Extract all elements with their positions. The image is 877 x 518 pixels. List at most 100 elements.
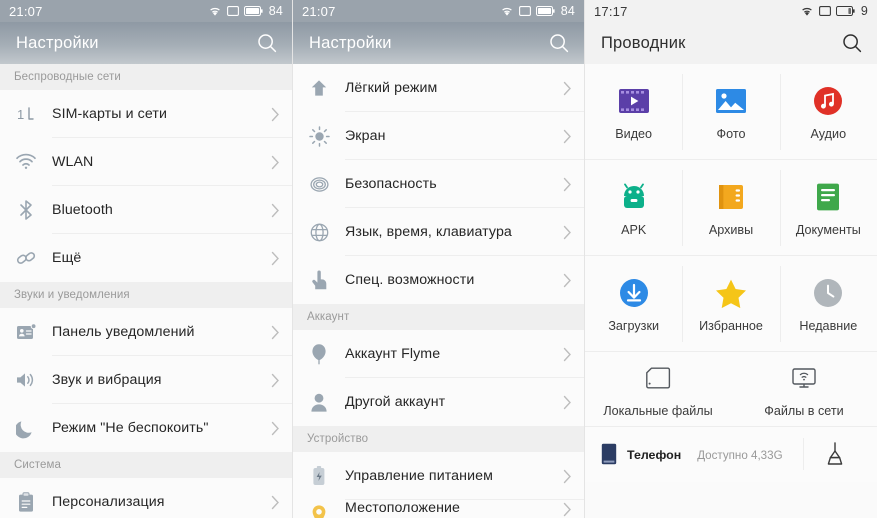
file-category-documents[interactable]: Документы: [779, 160, 877, 256]
status-indicators: 9: [800, 4, 868, 18]
file-category-downloads[interactable]: Загрузки: [585, 256, 682, 352]
file-category-label: Архивы: [708, 222, 754, 237]
file-manager-screen: 17:17 9 Проводник Видео Фото Аудио APK А…: [584, 0, 877, 518]
settings-row-label: Персонализация: [52, 494, 165, 510]
chevron-right-icon: [563, 129, 572, 144]
balloon-icon: [306, 341, 332, 367]
file-location-label: Файлы в сети: [764, 403, 844, 418]
section-header: Система: [0, 452, 292, 478]
search-icon[interactable]: [841, 32, 863, 54]
network-files-icon: [787, 361, 821, 395]
settings-row-sound[interactable]: Звук и вибрация: [0, 356, 292, 404]
sim-signal-icon: 1: [13, 101, 39, 127]
battery-icon: [535, 6, 555, 16]
sd-card-icon: [641, 361, 675, 395]
chevron-right-icon: [271, 421, 280, 436]
settings-row-sim[interactable]: 1 SIM-карты и сети: [0, 90, 292, 138]
search-icon[interactable]: [548, 32, 570, 54]
svg-text:1: 1: [17, 107, 24, 122]
settings-row-label: Экран: [345, 128, 386, 144]
file-category-photo[interactable]: Фото: [682, 64, 779, 160]
page-title: Проводник: [601, 33, 686, 52]
settings-row-notification-panel[interactable]: Панель уведомлений: [0, 308, 292, 356]
sim-card-icon: [818, 6, 831, 16]
settings-row-label: Ещё: [52, 250, 82, 266]
settings-row-label: Местоположение: [345, 500, 461, 516]
file-category-label: Аудио: [810, 126, 847, 141]
file-category-audio[interactable]: Аудио: [779, 64, 877, 160]
wifi-icon: [500, 6, 514, 17]
settings-row-label: Спец. возможности: [345, 272, 475, 288]
broom-icon[interactable]: [818, 441, 852, 467]
file-category-apk[interactable]: APK: [585, 160, 682, 256]
notification-panel-icon: [13, 319, 39, 345]
search-icon[interactable]: [256, 32, 278, 54]
chevron-right-icon: [563, 347, 572, 362]
file-category-row: Видео Фото Аудио: [585, 64, 877, 160]
settings-screen-1: 21:07 84 Настройки Беспроводные сети 1 S…: [0, 0, 292, 518]
chevron-right-icon: [271, 107, 280, 122]
settings-row-flyme-account[interactable]: Аккаунт Flyme: [293, 330, 584, 378]
settings-row-accessibility[interactable]: Спец. возможности: [293, 256, 584, 304]
chevron-right-icon: [271, 155, 280, 170]
section-header: Аккаунт: [293, 304, 584, 330]
settings-list: Беспроводные сети 1 SIM-карты и сети WLA…: [0, 64, 292, 518]
up-arrow-icon: [306, 75, 332, 101]
file-category-grid: Видео Фото Аудио APK Архивы Документы За…: [585, 64, 877, 482]
settings-row-power[interactable]: Управление питанием: [293, 452, 584, 500]
storage-summary[interactable]: Телефон Доступно 4,33G: [585, 426, 877, 482]
file-category-recent[interactable]: Недавние: [779, 256, 877, 352]
file-category-video[interactable]: Видео: [585, 64, 682, 160]
chevron-right-icon: [271, 203, 280, 218]
location-icon: [306, 502, 332, 518]
clock-icon: [811, 276, 845, 310]
settings-list: Лёгкий режим Экран Безопасность Язык, вр…: [293, 64, 584, 518]
file-category-label: Документы: [795, 222, 861, 237]
settings-row-label: SIM-карты и сети: [52, 106, 167, 122]
file-category-label: Видео: [615, 126, 653, 141]
chevron-right-icon: [563, 177, 572, 192]
divider: [803, 438, 804, 470]
file-location-network[interactable]: Файлы в сети: [731, 352, 877, 426]
settings-row-label: Аккаунт Flyme: [345, 346, 441, 362]
download-icon: [617, 276, 651, 310]
file-location-local[interactable]: Локальные файлы: [585, 352, 731, 426]
battery-icon: [243, 6, 263, 16]
settings-row-more[interactable]: Ещё: [0, 234, 292, 282]
storage-meter: Телефон Доступно 4,33G: [627, 446, 803, 462]
screenshot-root: 21:07 84 Настройки Беспроводные сети 1 S…: [0, 0, 877, 518]
page-title: Настройки: [309, 33, 392, 52]
settings-row-label: Язык, время, клавиатура: [345, 224, 512, 240]
settings-row-label: Панель уведомлений: [52, 324, 195, 340]
page-title: Настройки: [16, 33, 99, 52]
section-header: Устройство: [293, 426, 584, 452]
chevron-right-icon: [271, 495, 280, 510]
battery-level: 9: [860, 4, 868, 18]
file-category-archives[interactable]: Архивы: [682, 160, 779, 256]
settings-row-wlan[interactable]: WLAN: [0, 138, 292, 186]
settings-row-bluetooth[interactable]: Bluetooth: [0, 186, 292, 234]
settings-row-language[interactable]: Язык, время, клавиатура: [293, 208, 584, 256]
globe-icon: [306, 219, 332, 245]
wifi-icon: [13, 149, 39, 175]
settings-row-other-account[interactable]: Другой аккаунт: [293, 378, 584, 426]
fingerprint-icon: [306, 171, 332, 197]
status-bar: 21:07 84: [0, 0, 292, 22]
file-category-favorites[interactable]: Избранное: [682, 256, 779, 352]
video-icon: [617, 84, 651, 118]
settings-row-do-not-disturb[interactable]: Режим "Не беспокоить": [0, 404, 292, 452]
settings-row-location[interactable]: Местоположение: [293, 500, 584, 518]
sim-card-icon: [518, 6, 531, 16]
settings-row-easy-mode[interactable]: Лёгкий режим: [293, 64, 584, 112]
settings-row-security[interactable]: Безопасность: [293, 160, 584, 208]
chevron-right-icon: [563, 502, 572, 517]
file-category-label: Избранное: [699, 318, 763, 333]
settings-row-display[interactable]: Экран: [293, 112, 584, 160]
clipboard-icon: [13, 489, 39, 515]
settings-screen-2: 21:07 84 Настройки Лёгкий режим Экран Бе…: [292, 0, 584, 518]
chevron-right-icon: [563, 273, 572, 288]
app-bar: Настройки: [293, 22, 584, 64]
settings-row-personalization[interactable]: Персонализация: [0, 478, 292, 518]
section-header: Звуки и уведомления: [0, 282, 292, 308]
battery-level: 84: [268, 4, 283, 18]
